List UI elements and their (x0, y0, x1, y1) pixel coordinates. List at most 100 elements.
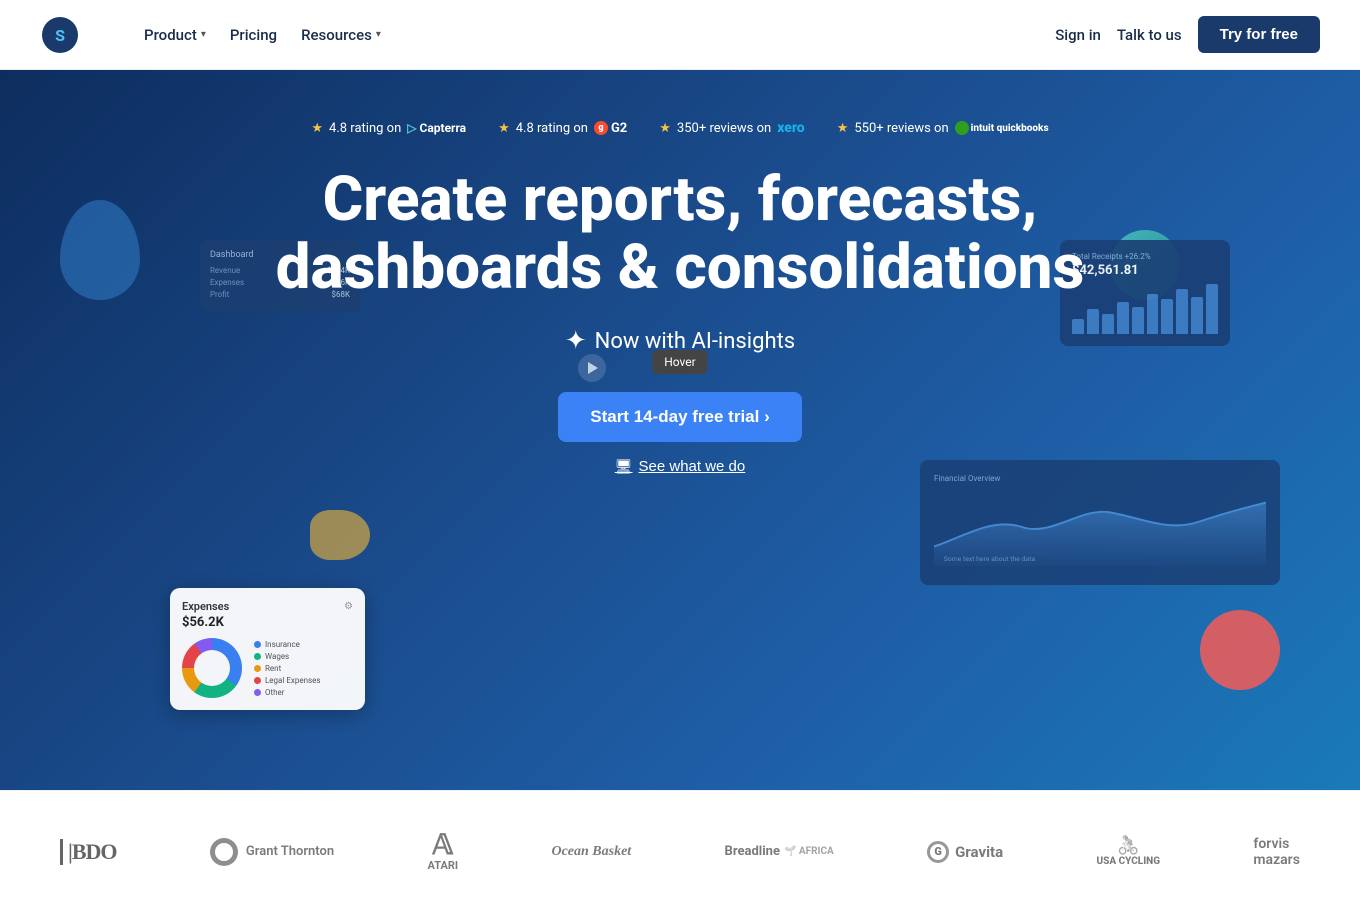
blob-center-left-decoration (310, 510, 370, 560)
start-trial-label: Start 14-day free trial › (590, 407, 770, 427)
qb-text: intuit quickbooks (971, 123, 1049, 134)
talk-link[interactable]: Talk to us (1117, 26, 1182, 44)
legend-other: Other (254, 688, 321, 697)
navbar: S Product ▾ Pricing Resources ▾ Sign in … (0, 0, 1360, 70)
qb-star: ★ (837, 121, 849, 136)
cta-wrap: Start 14-day free trial › Hover 🖥 See wh… (558, 392, 802, 475)
gravita-name: Gravita (955, 843, 1003, 861)
blob-right-bottom-decoration (1200, 610, 1280, 690)
bar-3 (1102, 314, 1114, 334)
legend-wages: Wages (254, 652, 321, 661)
headline-line1: Create reports, forecasts, (323, 163, 1038, 236)
nav-resources[interactable]: Resources ▾ (293, 22, 389, 48)
atari-symbol: 𝔸 (427, 831, 458, 859)
monitor-icon: 🖥 (615, 458, 633, 475)
gt-circle-icon (210, 838, 238, 866)
topright-label: Total Receipts +26.2% (1072, 252, 1218, 261)
qb-logo: intuit quickbooks (955, 121, 1049, 135)
g2-rating: ★ 4.8 rating on g G2 (498, 121, 627, 136)
g2-text: G2 (611, 121, 627, 136)
play-indicator (578, 354, 606, 382)
gt-text: Grant Thornton (246, 844, 334, 859)
g2-score: 4.8 rating on (516, 121, 588, 136)
ocean-basket-text: Ocean Basket (551, 844, 631, 860)
logo-gravita: G Gravita (927, 841, 1003, 863)
qb-rating: ★ 550+ reviews on intuit quickbooks (837, 121, 1049, 136)
svg-text:Some text here about the data: Some text here about the data (944, 555, 1036, 563)
g2-star: ★ (498, 121, 510, 136)
cta-primary-wrap: Start 14-day free trial › Hover (558, 392, 802, 442)
bar-10 (1206, 284, 1218, 334)
see-what-label: See what we do (639, 458, 746, 475)
capterra-score: 4.8 rating on (329, 121, 401, 136)
svg-text:S: S (55, 26, 65, 45)
logo-usa-cycling: 🚴 USA CYCLING (1097, 835, 1161, 869)
atari-name: ATARI (427, 859, 458, 872)
bar-2 (1087, 309, 1099, 334)
try-free-button[interactable]: Try for free (1198, 16, 1320, 53)
hero-headline: Create reports, forecasts, dashboards & … (276, 166, 1085, 302)
nav-links: Product ▾ Pricing Resources ▾ (136, 22, 389, 48)
usa-name: USA CYCLING (1097, 856, 1161, 868)
topright-value: $42,561.81 (1072, 263, 1218, 278)
blob-left-decoration (60, 200, 140, 300)
bar-4 (1117, 302, 1129, 335)
midright-chart-card: Financial Overview Some text here about … (920, 460, 1280, 585)
nav-product[interactable]: Product ▾ (136, 22, 214, 48)
syft-logo-icon: S (40, 15, 80, 55)
forvis-mazars-text: forvismazars (1253, 836, 1300, 868)
legend-legal: Legal Expenses (254, 676, 321, 685)
expenses-donut-wrap: Insurance Wages Rent Legal Expenses Othe… (182, 638, 353, 698)
expenses-settings-icon: ⚙ (344, 601, 353, 612)
logo-bdo: |BDO (60, 839, 117, 865)
logo-forvis-mazars: forvismazars (1253, 836, 1300, 868)
logo-grant-thornton: Grant Thornton (210, 838, 334, 866)
legend-insurance: Insurance (254, 640, 321, 649)
nav-right: Sign in Talk to us Try for free (1055, 16, 1320, 53)
mini-bar-chart (1072, 284, 1218, 334)
breadline-text: Breadline (725, 844, 780, 859)
play-triangle-icon (588, 362, 598, 374)
area-chart-svg: Some text here about the data (934, 487, 1266, 567)
capterra-star: ★ (311, 121, 323, 136)
qb-dot (955, 121, 969, 135)
topright-chart-card: Total Receipts +26.2% $42,561.81 (1060, 240, 1230, 346)
midright-label: Financial Overview (934, 474, 1266, 483)
g2-dot: g (594, 121, 608, 135)
see-what-we-do-button[interactable]: 🖥 See what we do (615, 458, 746, 475)
nav-pricing[interactable]: Pricing (222, 22, 285, 48)
legend-dot-wages (254, 653, 261, 660)
xero-logo: xero (777, 120, 805, 136)
atari-logo-text: 𝔸 ATARI (427, 831, 458, 872)
ratings-bar: ★ 4.8 rating on ▷ Capterra ★ 4.8 rating … (311, 120, 1048, 136)
signin-link[interactable]: Sign in (1055, 26, 1101, 44)
legend-rent: Rent (254, 664, 321, 673)
resources-chevron-icon: ▾ (376, 29, 381, 40)
bar-1 (1072, 319, 1084, 334)
logo-wrap[interactable]: S (40, 15, 80, 55)
start-trial-button[interactable]: Start 14-day free trial › (558, 392, 802, 442)
gravita-g-icon: G (927, 841, 949, 863)
usa-cycling-text: 🚴 USA CYCLING (1097, 835, 1161, 869)
bar-7 (1161, 299, 1173, 334)
gravita-logo-text: G Gravita (927, 841, 1003, 863)
qb-score: 550+ reviews on (854, 121, 948, 136)
g2-logo: g G2 (594, 121, 627, 136)
capterra-logo: ▷ Capterra (407, 121, 466, 135)
hero-section: Dashboard Revenue $124K Expenses $56K Pr… (0, 70, 1360, 790)
legend-dot-other (254, 689, 261, 696)
hover-tooltip: Hover (652, 350, 707, 374)
nav-product-label: Product (144, 26, 197, 44)
breadline-logo: Breadline 🌱 AFRICA (725, 844, 834, 859)
usa-cycling-emblem: 🚴 (1097, 835, 1161, 857)
xero-rating: ★ 350+ reviews on xero (659, 120, 804, 136)
bar-6 (1147, 294, 1159, 334)
expenses-title: Expenses (182, 600, 229, 613)
legend-dot-legal (254, 677, 261, 684)
bar-8 (1176, 289, 1188, 334)
breadline-sub: 🌱 AFRICA (784, 846, 834, 857)
bar-9 (1191, 297, 1203, 335)
product-chevron-icon: ▾ (201, 29, 206, 40)
headline-line2: dashboards & consolidations (276, 231, 1085, 304)
capterra-rating: ★ 4.8 rating on ▷ Capterra (311, 121, 466, 136)
